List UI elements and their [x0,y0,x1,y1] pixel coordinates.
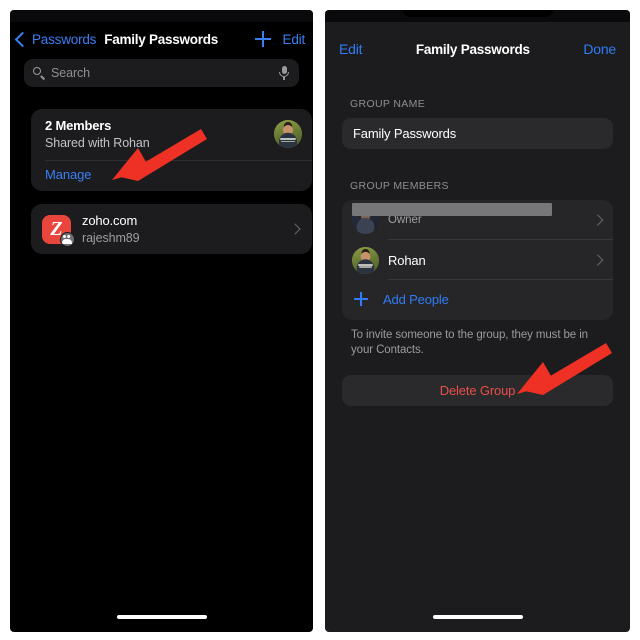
home-indicator [116,615,207,619]
chevron-right-icon [591,214,603,226]
entry-username-label: rajeshm89 [82,230,140,245]
edit-button[interactable]: Edit [283,32,306,47]
search-placeholder: Search [51,66,91,80]
plus-icon [354,292,368,306]
group-members-list: Owner Rohan Add People [342,200,613,320]
group-name-field[interactable]: Family Passwords [342,118,613,149]
entry-site-label: zoho.com [82,212,138,228]
rohan-avatar [274,120,302,148]
redaction-bar [352,203,552,216]
zoho-app-icon: Z [42,214,75,247]
search-input[interactable]: Search [24,59,299,87]
chevron-right-icon [289,223,301,235]
member-row-rohan[interactable]: Rohan [342,240,613,280]
rohan-avatar [352,246,379,274]
chevron-right-icon [591,254,603,266]
entry-text-group: zoho.com rajeshm89 [82,213,291,246]
arrow-pointing-to-manage [112,129,207,181]
arrow-pointing-to-delete-group [517,343,612,395]
password-entry-row[interactable]: Z zoho.com rajeshm89 [31,204,312,254]
left-phone-screen: Passwords Family Passwords Edit Search 2… [10,10,313,632]
row-divider [388,279,613,280]
add-people-button[interactable]: Add People [342,280,613,318]
screenshot-stage: Passwords Family Passwords Edit Search 2… [0,0,640,640]
left-status-bar [10,10,313,22]
member-row-owner[interactable]: Owner [342,200,613,240]
notch [402,10,553,17]
group-members-section-label: GROUP MEMBERS [350,180,449,192]
manage-button[interactable]: Manage [45,167,91,182]
add-people-label: Add People [383,291,449,307]
right-navigation-bar: Edit Family Passwords Done [325,34,630,64]
back-button[interactable]: Passwords [14,31,97,47]
back-button-label: Passwords [32,31,97,47]
page-title: Family Passwords [415,41,530,57]
search-icon [33,67,45,79]
microphone-icon[interactable] [278,66,290,80]
edit-button[interactable]: Edit [339,41,363,57]
plus-icon[interactable] [254,31,271,47]
home-indicator [432,615,523,619]
shared-people-badge [60,231,75,247]
chevron-left-icon [14,31,31,47]
group-name-value: Family Passwords [353,126,457,141]
rohan-text-group: Rohan [388,253,594,268]
group-name-section-label: GROUP NAME [350,98,426,110]
done-button[interactable]: Done [583,41,616,57]
page-title: Family Passwords [104,31,219,47]
right-phone-screen: Edit Family Passwords Done GROUP NAME Fa… [325,10,630,632]
rohan-name-label: Rohan [388,252,426,268]
left-navigation-bar: Passwords Family Passwords Edit [10,24,313,54]
